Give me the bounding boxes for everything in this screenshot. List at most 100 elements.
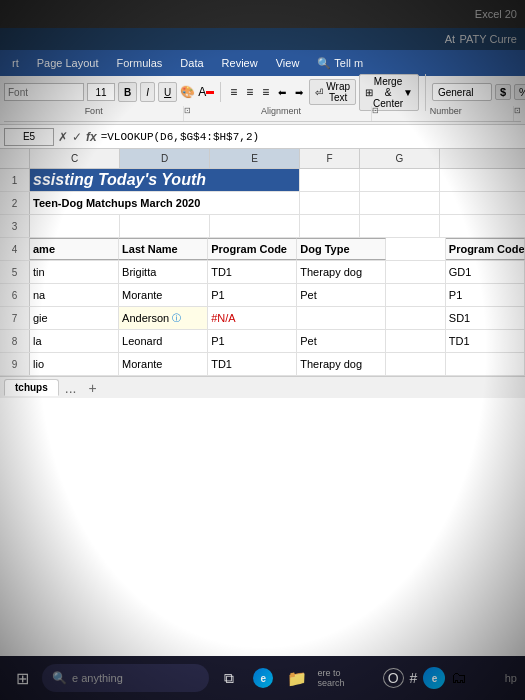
bold-button[interactable]: B xyxy=(118,82,137,102)
row-num-2: 2 xyxy=(0,192,30,214)
cell-f4[interactable] xyxy=(386,238,445,260)
taskbar-search-bar[interactable]: 🔍 e anything xyxy=(42,664,209,692)
col-header-e[interactable]: E xyxy=(210,149,300,168)
cell-f5[interactable]: Therapy dog xyxy=(297,261,386,283)
cell-g9[interactable] xyxy=(446,353,525,375)
font-name-input[interactable] xyxy=(4,83,84,101)
percent-button[interactable]: % xyxy=(514,84,525,100)
cell-e6[interactable]: P1 xyxy=(208,284,297,306)
header-dogtype[interactable]: Dog Type xyxy=(297,238,386,260)
edge-button[interactable]: e xyxy=(249,664,277,692)
underline-button[interactable]: U xyxy=(158,82,177,102)
tab-rt[interactable]: rt xyxy=(4,55,27,71)
cell-c8[interactable]: la xyxy=(30,330,119,352)
cell-f8[interactable]: Pet xyxy=(297,330,386,352)
task-view-button[interactable]: ⧉ xyxy=(215,664,243,692)
cell-e5[interactable]: TD1 xyxy=(208,261,297,283)
cell-g8[interactable]: TD1 xyxy=(446,330,525,352)
col-header-g[interactable]: G xyxy=(360,149,440,168)
col-header-f[interactable]: F xyxy=(300,149,360,168)
italic-button[interactable]: I xyxy=(140,82,155,102)
merge-icon: ⊞ xyxy=(365,87,373,98)
cell-c6[interactable]: na xyxy=(30,284,119,306)
header-name[interactable]: ame xyxy=(30,238,119,260)
task-view-icon: ⧉ xyxy=(224,670,234,687)
header-programcode[interactable]: Program Code xyxy=(208,238,297,260)
header-g-programcode[interactable]: Program Code xyxy=(446,238,525,260)
align-left-icon[interactable]: ≡ xyxy=(227,84,240,100)
tab-review[interactable]: Review xyxy=(214,55,266,71)
cell-d3[interactable] xyxy=(120,215,210,237)
cell-d6[interactable]: Morante xyxy=(119,284,208,306)
cell-c9[interactable]: lio xyxy=(30,353,119,375)
cell-c3[interactable] xyxy=(30,215,120,237)
confirm-formula-button[interactable]: ✓ xyxy=(72,130,82,144)
cell-e7[interactable]: #N/A xyxy=(208,307,297,329)
wrap-text-button[interactable]: ⏎ Wrap Text xyxy=(309,79,356,105)
cell-g5[interactable]: GD1 xyxy=(446,261,525,283)
alignment-label: Alignment xyxy=(191,106,371,121)
sheet-tabs-dots[interactable]: ... xyxy=(61,380,81,396)
insert-function-button[interactable]: fx xyxy=(86,130,97,144)
tab-formulas[interactable]: Formulas xyxy=(109,55,171,71)
align-right-icon[interactable]: ≡ xyxy=(259,84,272,100)
cell-f2[interactable] xyxy=(300,192,360,214)
sheet-tabs: tchups ... + xyxy=(0,376,525,398)
tab-page-layout[interactable]: Page Layout xyxy=(29,55,107,71)
cell-f1[interactable] xyxy=(300,169,360,191)
indent-decrease-icon[interactable]: ⬅ xyxy=(275,86,289,99)
col-header-c[interactable]: C xyxy=(30,149,120,168)
font-size-input[interactable] xyxy=(87,83,115,101)
row-num-3: 3 xyxy=(0,215,30,237)
cell-g7[interactable]: SD1 xyxy=(446,307,525,329)
search-button[interactable]: ere to search xyxy=(317,664,345,692)
formula-input[interactable] xyxy=(101,131,521,143)
add-sheet-button[interactable]: + xyxy=(82,380,102,396)
cell-d7[interactable]: Anderson ⓘ xyxy=(119,307,208,329)
tab-tell-me[interactable]: 🔍 Tell m xyxy=(309,55,371,72)
col-header-d[interactable]: D xyxy=(120,149,210,168)
cell-c7[interactable]: gie xyxy=(30,307,119,329)
sheet-tab-matchups[interactable]: tchups xyxy=(4,379,59,396)
tab-view[interactable]: View xyxy=(268,55,308,71)
dollar-button[interactable]: $ xyxy=(495,84,511,100)
folder-button[interactable]: 📁 xyxy=(283,664,311,692)
windows-button[interactable]: ⊞ xyxy=(8,664,36,692)
number-expand-icon[interactable]: ⊡ xyxy=(514,106,521,121)
cell-e3[interactable] xyxy=(210,215,300,237)
merge-center-button[interactable]: ⊞ Merge & Center ▼ xyxy=(359,74,419,111)
row-8: 8 la Leonard P1 Pet TD1 xyxy=(0,330,525,353)
tab-data[interactable]: Data xyxy=(172,55,211,71)
alignment-expand-icon[interactable]: ⊡ xyxy=(372,106,379,121)
app-title: Excel 20 xyxy=(475,8,517,20)
cell-f3[interactable] xyxy=(300,215,360,237)
hp-logo: hp xyxy=(505,672,517,684)
cell-f9[interactable]: Therapy dog xyxy=(297,353,386,375)
cell-f6[interactable]: Pet xyxy=(297,284,386,306)
cell-d5[interactable]: Brigitta xyxy=(119,261,208,283)
cell-e8[interactable]: P1 xyxy=(208,330,297,352)
cell-g1[interactable] xyxy=(360,169,440,191)
name-box[interactable] xyxy=(4,128,54,146)
align-center-icon[interactable]: ≡ xyxy=(243,84,256,100)
cell-d9[interactable]: Morante xyxy=(119,353,208,375)
number-format-input[interactable] xyxy=(432,83,492,101)
cancel-formula-button[interactable]: ✗ xyxy=(58,130,68,144)
font-expand-icon[interactable]: ⊡ xyxy=(184,106,191,121)
cell-blank6[interactable] xyxy=(386,284,445,306)
cell-g6[interactable]: P1 xyxy=(446,284,525,306)
indent-increase-icon[interactable]: ➡ xyxy=(292,86,306,99)
cell-d8[interactable]: Leonard xyxy=(119,330,208,352)
cell-blank8[interactable] xyxy=(386,330,445,352)
cell-e9[interactable]: TD1 xyxy=(208,353,297,375)
cell-c5[interactable]: tin xyxy=(30,261,119,283)
cell-blank7[interactable] xyxy=(386,307,445,329)
cell-f7[interactable] xyxy=(297,307,386,329)
cell-blank9[interactable] xyxy=(386,353,445,375)
cell-g3[interactable] xyxy=(360,215,440,237)
merge-dropdown-icon[interactable]: ▼ xyxy=(403,87,413,98)
cell-blank5[interactable] xyxy=(386,261,445,283)
formula-bar: ✗ ✓ fx xyxy=(0,125,525,149)
header-lastname[interactable]: Last Name xyxy=(119,238,208,260)
cell-g2[interactable] xyxy=(360,192,440,214)
